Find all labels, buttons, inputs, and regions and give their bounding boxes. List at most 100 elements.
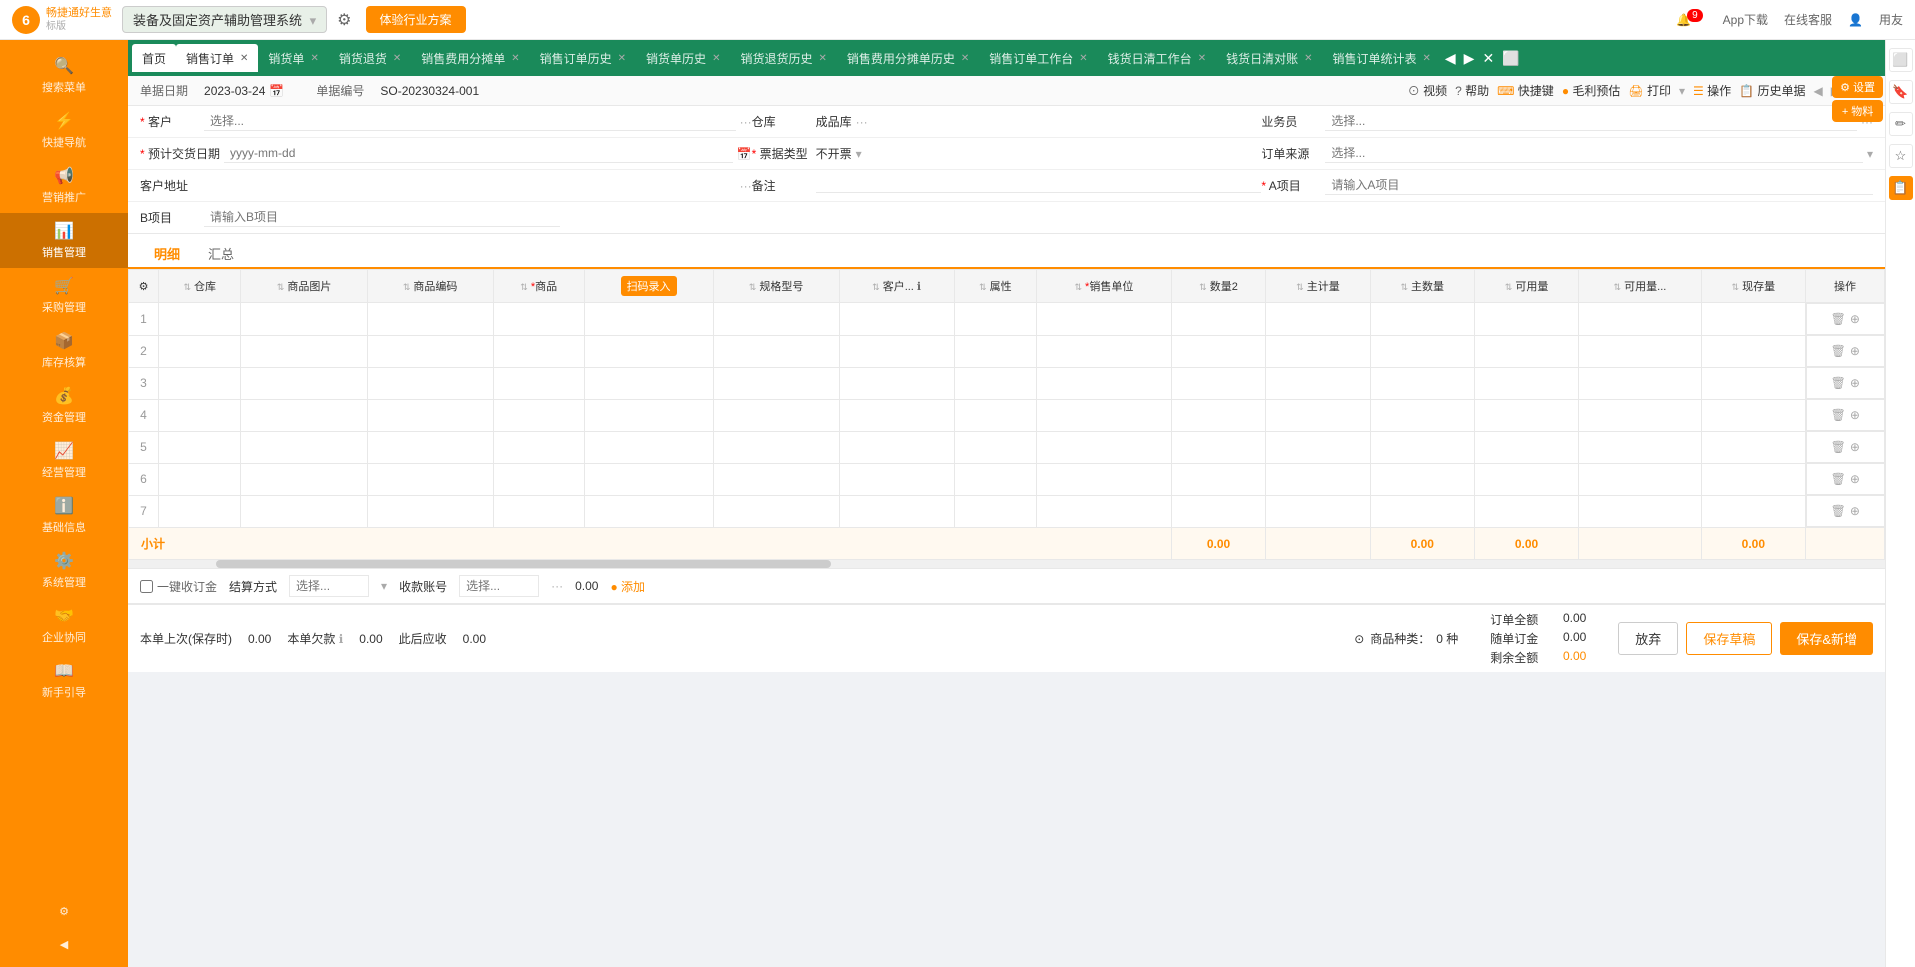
system-title[interactable]: 装备及固定资产辅助管理系统 ▾ bbox=[122, 6, 327, 33]
cell-main-qty[interactable] bbox=[1370, 495, 1474, 528]
close-tab-sales-order[interactable]: ✕ bbox=[240, 53, 248, 64]
invoice-dropdown-icon[interactable]: ▾ bbox=[856, 147, 862, 161]
online-support[interactable]: 在线客服 bbox=[1784, 11, 1832, 28]
preview-link[interactable]: ⊙ 视频 bbox=[1408, 82, 1447, 99]
cell-customer[interactable] bbox=[839, 303, 954, 336]
delete-icon[interactable]: 🗑 bbox=[1831, 312, 1846, 326]
cell-main-unit[interactable] bbox=[1266, 495, 1370, 528]
payment-method-input[interactable] bbox=[289, 575, 369, 597]
cell-available2[interactable] bbox=[1579, 463, 1701, 495]
address-more-icon[interactable]: ··· bbox=[740, 179, 752, 193]
sidebar-item-sales[interactable]: 📊 销售管理 bbox=[0, 213, 128, 268]
material-button[interactable]: + 物料 bbox=[1832, 100, 1883, 122]
settings-button[interactable]: ⚙ 设置 bbox=[1832, 76, 1883, 98]
close-tab-cash-reconcile[interactable]: ✕ bbox=[1304, 53, 1312, 64]
order-source-dropdown[interactable]: ▾ bbox=[1867, 147, 1873, 161]
cell-available2[interactable] bbox=[1579, 367, 1701, 399]
sidebar-item-inventory[interactable]: 📦 库存核算 bbox=[0, 323, 128, 378]
cell-spec[interactable] bbox=[713, 463, 839, 495]
cell-warehouse[interactable] bbox=[159, 335, 241, 367]
cell-sales-unit[interactable] bbox=[1037, 495, 1172, 528]
close-tab-sales-expense[interactable]: ✕ bbox=[511, 53, 519, 64]
table-scrollbar[interactable] bbox=[128, 560, 1885, 568]
cell-sales-unit[interactable] bbox=[1037, 303, 1172, 336]
cell-product[interactable] bbox=[493, 367, 584, 399]
settings-gear-icon[interactable]: ⚙ bbox=[337, 10, 351, 30]
cell-sales-unit[interactable] bbox=[1037, 431, 1172, 463]
cell-scan[interactable] bbox=[584, 431, 713, 463]
delete-icon[interactable]: 🗑 bbox=[1831, 472, 1846, 486]
cell-attribute[interactable] bbox=[954, 463, 1036, 495]
cell-attribute[interactable] bbox=[954, 335, 1036, 367]
sidebar-item-finance[interactable]: 💰 资金管理 bbox=[0, 378, 128, 433]
cell-spec[interactable] bbox=[713, 335, 839, 367]
right-icon-1[interactable]: ⬜ bbox=[1889, 48, 1913, 72]
close-tab-order-workbench[interactable]: ✕ bbox=[1079, 53, 1087, 64]
tab-invoice-history[interactable]: 销货单历史 ✕ bbox=[636, 44, 730, 72]
cell-spec[interactable] bbox=[713, 495, 839, 528]
user-avatar[interactable]: 👤 bbox=[1848, 13, 1863, 27]
cell-product-code[interactable] bbox=[367, 303, 493, 336]
date-picker-icon[interactable]: 📅 bbox=[737, 147, 752, 161]
cell-main-unit[interactable] bbox=[1266, 463, 1370, 495]
nav-expand[interactable]: ⬜ bbox=[1498, 50, 1523, 67]
add-button[interactable]: ● 添加 bbox=[610, 578, 645, 595]
cell-attribute[interactable] bbox=[954, 399, 1036, 431]
tab-sales-order[interactable]: 销售订单 ✕ bbox=[176, 44, 258, 72]
cell-available[interactable] bbox=[1474, 399, 1578, 431]
cell-product-code[interactable] bbox=[367, 367, 493, 399]
order-source-input[interactable] bbox=[1325, 144, 1863, 163]
cell-image[interactable] bbox=[241, 431, 367, 463]
delete-icon[interactable]: 🗑 bbox=[1831, 504, 1846, 518]
b-project-input[interactable] bbox=[204, 208, 560, 227]
close-tab-cash-workbench[interactable]: ✕ bbox=[1198, 53, 1206, 64]
warehouse-more-icon[interactable]: ··· bbox=[856, 115, 868, 129]
cell-main-qty[interactable] bbox=[1370, 431, 1474, 463]
cell-spec[interactable] bbox=[713, 367, 839, 399]
cell-image[interactable] bbox=[241, 495, 367, 528]
cell-main-unit[interactable] bbox=[1266, 399, 1370, 431]
copy-icon[interactable]: ⊕ bbox=[1850, 344, 1860, 358]
print-link[interactable]: 🖨 打印 bbox=[1628, 82, 1671, 99]
nav-prev-form[interactable]: ◀ bbox=[1813, 84, 1822, 98]
salesperson-input[interactable] bbox=[1325, 112, 1857, 131]
right-icon-3[interactable]: ✏ bbox=[1889, 112, 1913, 136]
one-click-checkbox-label[interactable]: 一键收订金 bbox=[140, 578, 217, 595]
cell-action[interactable]: 🗑 ⊕ bbox=[1806, 463, 1885, 495]
sidebar-item-purchase[interactable]: 🛒 采购管理 bbox=[0, 268, 128, 323]
tab-cash-reconcile[interactable]: 钱货日清对账 ✕ bbox=[1216, 44, 1322, 72]
cell-warehouse[interactable] bbox=[159, 367, 241, 399]
sidebar-item-system[interactable]: ⚙️ 系统管理 bbox=[0, 543, 128, 598]
cell-image[interactable] bbox=[241, 367, 367, 399]
cell-spec[interactable] bbox=[713, 431, 839, 463]
tab-order-workbench[interactable]: 销售订单工作台 ✕ bbox=[979, 44, 1097, 72]
cell-available2[interactable] bbox=[1579, 431, 1701, 463]
cell-product-code[interactable] bbox=[367, 463, 493, 495]
account-input[interactable] bbox=[459, 575, 539, 597]
cell-main-qty[interactable] bbox=[1370, 399, 1474, 431]
cell-main-unit[interactable] bbox=[1266, 303, 1370, 336]
cell-available[interactable] bbox=[1474, 303, 1578, 336]
cell-stock[interactable] bbox=[1701, 303, 1805, 336]
cell-product[interactable] bbox=[493, 463, 584, 495]
cell-available[interactable] bbox=[1474, 463, 1578, 495]
cell-scan[interactable] bbox=[584, 303, 713, 336]
cell-product[interactable] bbox=[493, 335, 584, 367]
tab-sales-invoice[interactable]: 销货单 ✕ bbox=[258, 44, 328, 72]
close-tab-return-history[interactable]: ✕ bbox=[818, 53, 826, 64]
payment-dropdown-icon[interactable]: ▾ bbox=[381, 579, 387, 593]
scan-button[interactable]: 扫码录入 bbox=[621, 276, 677, 296]
delete-icon[interactable]: 🗑 bbox=[1831, 376, 1846, 390]
sidebar-item-marketing[interactable]: 📢 营销推广 bbox=[0, 158, 128, 213]
tab-return-history[interactable]: 销货退货历史 ✕ bbox=[730, 44, 836, 72]
cell-product[interactable] bbox=[493, 399, 584, 431]
one-click-checkbox[interactable] bbox=[140, 580, 153, 593]
cell-spec[interactable] bbox=[713, 303, 839, 336]
delete-icon[interactable]: 🗑 bbox=[1831, 344, 1846, 358]
cell-stock[interactable] bbox=[1701, 463, 1805, 495]
cell-attribute[interactable] bbox=[954, 495, 1036, 528]
tab-sales-expense[interactable]: 销售费用分摊单 ✕ bbox=[411, 44, 529, 72]
cell-product[interactable] bbox=[493, 431, 584, 463]
discard-button[interactable]: 放弃 bbox=[1618, 622, 1678, 655]
copy-icon[interactable]: ⊕ bbox=[1850, 472, 1860, 486]
